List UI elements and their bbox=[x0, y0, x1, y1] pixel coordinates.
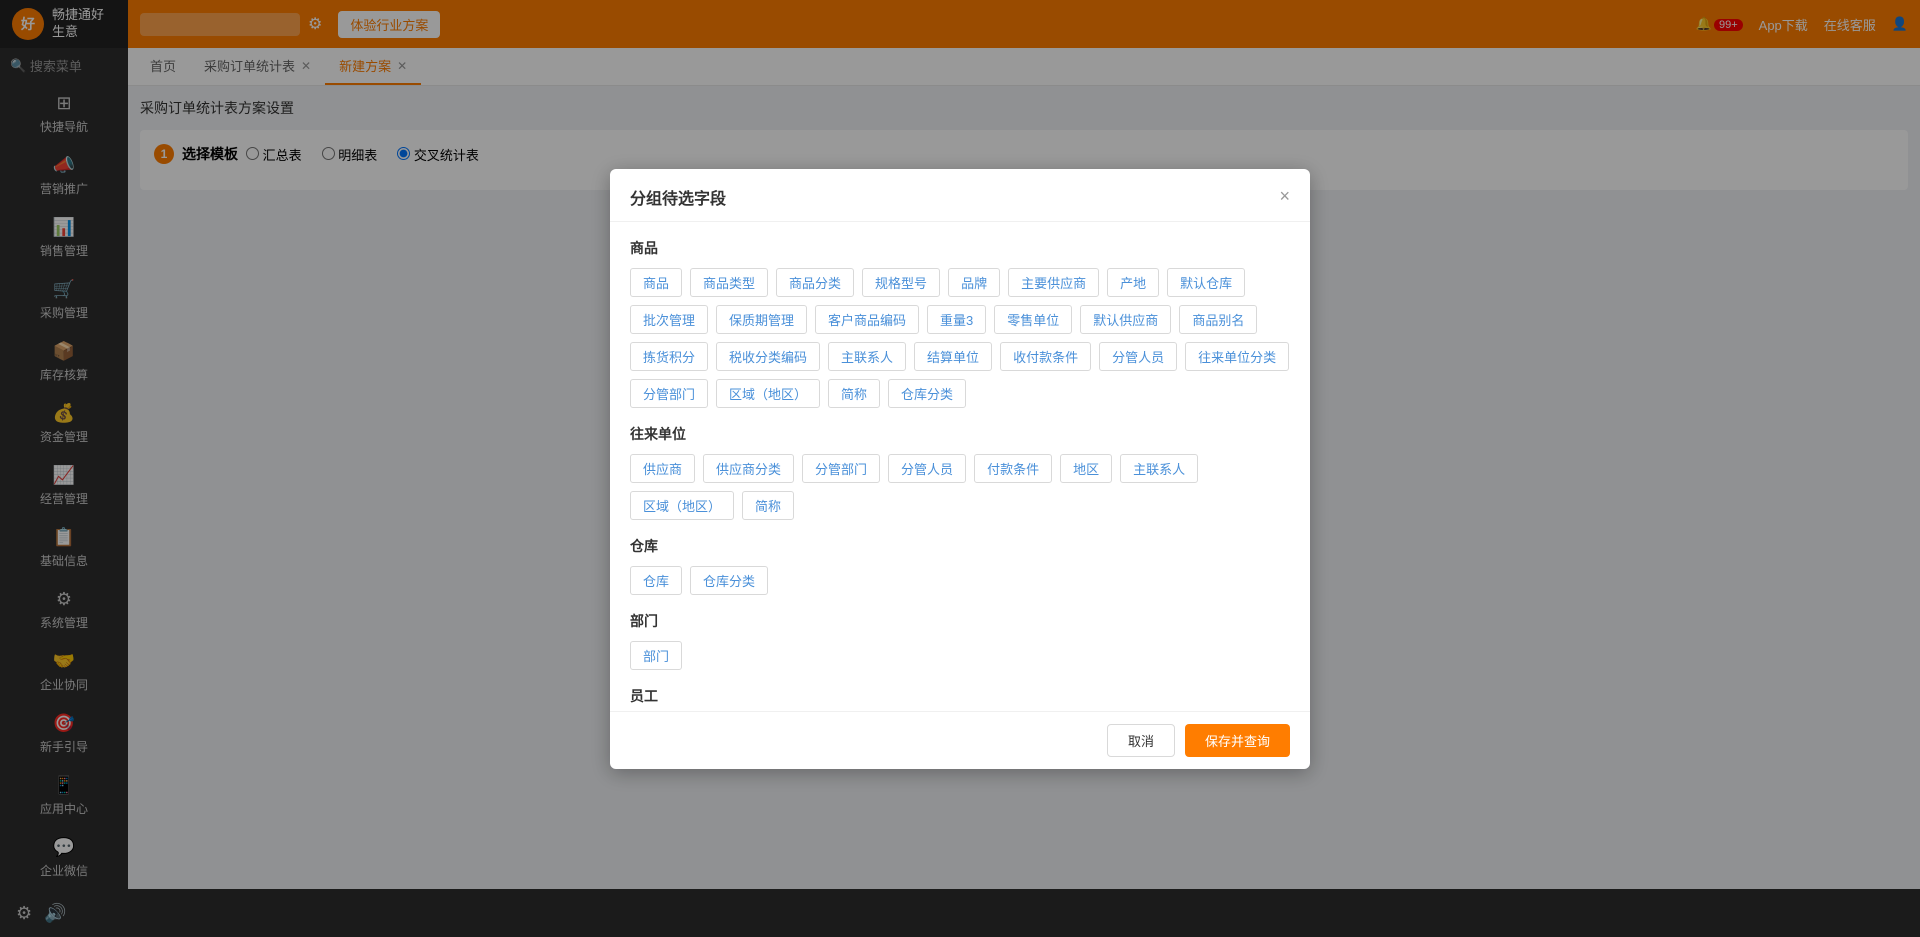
field-tag-部门[interactable]: 部门 bbox=[630, 641, 682, 670]
modal: 分组待选字段 × 商品商品商品类型商品分类规格型号品牌主要供应商产地默认仓库批次… bbox=[610, 169, 1310, 769]
modal-close-button[interactable]: × bbox=[1279, 186, 1290, 207]
modal-footer: 取消 保存并查询 bbox=[610, 711, 1310, 769]
field-tag-零售单位[interactable]: 零售单位 bbox=[994, 305, 1072, 334]
field-tag-税收分类编码[interactable]: 税收分类编码 bbox=[716, 342, 820, 371]
field-tag-仓库分类[interactable]: 仓库分类 bbox=[888, 379, 966, 408]
modal-title: 分组待选字段 bbox=[630, 185, 726, 209]
field-grid-department: 部门 bbox=[630, 641, 1290, 670]
field-tag-结算单位[interactable]: 结算单位 bbox=[914, 342, 992, 371]
field-grid-warehouse: 仓库仓库分类 bbox=[630, 566, 1290, 595]
field-tag-仓库[interactable]: 仓库 bbox=[630, 566, 682, 595]
field-tag-往来单位分类[interactable]: 往来单位分类 bbox=[1185, 342, 1289, 371]
section-title-counterparty: 往来单位 bbox=[630, 424, 1290, 444]
field-tag-供应商分类[interactable]: 供应商分类 bbox=[703, 454, 794, 483]
field-tag-简称[interactable]: 简称 bbox=[828, 379, 880, 408]
field-tag-批次管理[interactable]: 批次管理 bbox=[630, 305, 708, 334]
field-tag-客户商品编码[interactable]: 客户商品编码 bbox=[815, 305, 919, 334]
field-tag-默认仓库[interactable]: 默认仓库 bbox=[1167, 268, 1245, 297]
field-tag-重量3[interactable]: 重量3 bbox=[927, 305, 986, 334]
field-tag-简称[interactable]: 简称 bbox=[742, 491, 794, 520]
modal-overlay: 分组待选字段 × 商品商品商品类型商品分类规格型号品牌主要供应商产地默认仓库批次… bbox=[0, 0, 1920, 937]
section-department: 部门部门 bbox=[630, 611, 1290, 670]
section-employee: 员工业务员 bbox=[630, 686, 1290, 711]
field-tag-商品类型[interactable]: 商品类型 bbox=[690, 268, 768, 297]
field-tag-保质期管理[interactable]: 保质期管理 bbox=[716, 305, 807, 334]
section-title-warehouse: 仓库 bbox=[630, 536, 1290, 556]
section-title-department: 部门 bbox=[630, 611, 1290, 631]
field-tag-付款条件[interactable]: 付款条件 bbox=[974, 454, 1052, 483]
cancel-button[interactable]: 取消 bbox=[1107, 724, 1175, 757]
field-tag-拣货积分[interactable]: 拣货积分 bbox=[630, 342, 708, 371]
field-tag-产地[interactable]: 产地 bbox=[1107, 268, 1159, 297]
section-warehouse: 仓库仓库仓库分类 bbox=[630, 536, 1290, 595]
field-tag-分管人员[interactable]: 分管人员 bbox=[888, 454, 966, 483]
field-tag-供应商[interactable]: 供应商 bbox=[630, 454, 695, 483]
field-tag-默认供应商[interactable]: 默认供应商 bbox=[1080, 305, 1171, 334]
modal-header: 分组待选字段 × bbox=[610, 169, 1310, 222]
field-tag-分管部门[interactable]: 分管部门 bbox=[630, 379, 708, 408]
modal-body: 商品商品商品类型商品分类规格型号品牌主要供应商产地默认仓库批次管理保质期管理客户… bbox=[610, 222, 1310, 711]
field-tag-品牌[interactable]: 品牌 bbox=[948, 268, 1000, 297]
field-grid-counterparty: 供应商供应商分类分管部门分管人员付款条件地区主联系人区域（地区） 简称 bbox=[630, 454, 1290, 520]
field-tag-商品分类[interactable]: 商品分类 bbox=[776, 268, 854, 297]
field-tag-分管人员[interactable]: 分管人员 bbox=[1099, 342, 1177, 371]
field-tag-主联系人[interactable]: 主联系人 bbox=[828, 342, 906, 371]
field-grid-product: 商品商品类型商品分类规格型号品牌主要供应商产地默认仓库批次管理保质期管理客户商品… bbox=[630, 268, 1290, 408]
field-tag-规格型号[interactable]: 规格型号 bbox=[862, 268, 940, 297]
field-tag-仓库分类[interactable]: 仓库分类 bbox=[690, 566, 768, 595]
field-tag-区域（地区）[interactable]: 区域（地区） bbox=[716, 379, 820, 408]
field-tag-商品别名[interactable]: 商品别名 bbox=[1179, 305, 1257, 334]
field-tag-分管部门[interactable]: 分管部门 bbox=[802, 454, 880, 483]
section-title-employee: 员工 bbox=[630, 686, 1290, 706]
section-title-product: 商品 bbox=[630, 238, 1290, 258]
field-tag-商品[interactable]: 商品 bbox=[630, 268, 682, 297]
field-tag-收付款条件[interactable]: 收付款条件 bbox=[1000, 342, 1091, 371]
save-query-button[interactable]: 保存并查询 bbox=[1185, 724, 1290, 757]
field-tag-主要供应商[interactable]: 主要供应商 bbox=[1008, 268, 1099, 297]
field-tag-地区[interactable]: 地区 bbox=[1060, 454, 1112, 483]
field-tag-主联系人[interactable]: 主联系人 bbox=[1120, 454, 1198, 483]
section-product: 商品商品商品类型商品分类规格型号品牌主要供应商产地默认仓库批次管理保质期管理客户… bbox=[630, 238, 1290, 408]
section-counterparty: 往来单位供应商供应商分类分管部门分管人员付款条件地区主联系人区域（地区） 简称 bbox=[630, 424, 1290, 520]
field-tag-区域（地区）[interactable]: 区域（地区） bbox=[630, 491, 734, 520]
